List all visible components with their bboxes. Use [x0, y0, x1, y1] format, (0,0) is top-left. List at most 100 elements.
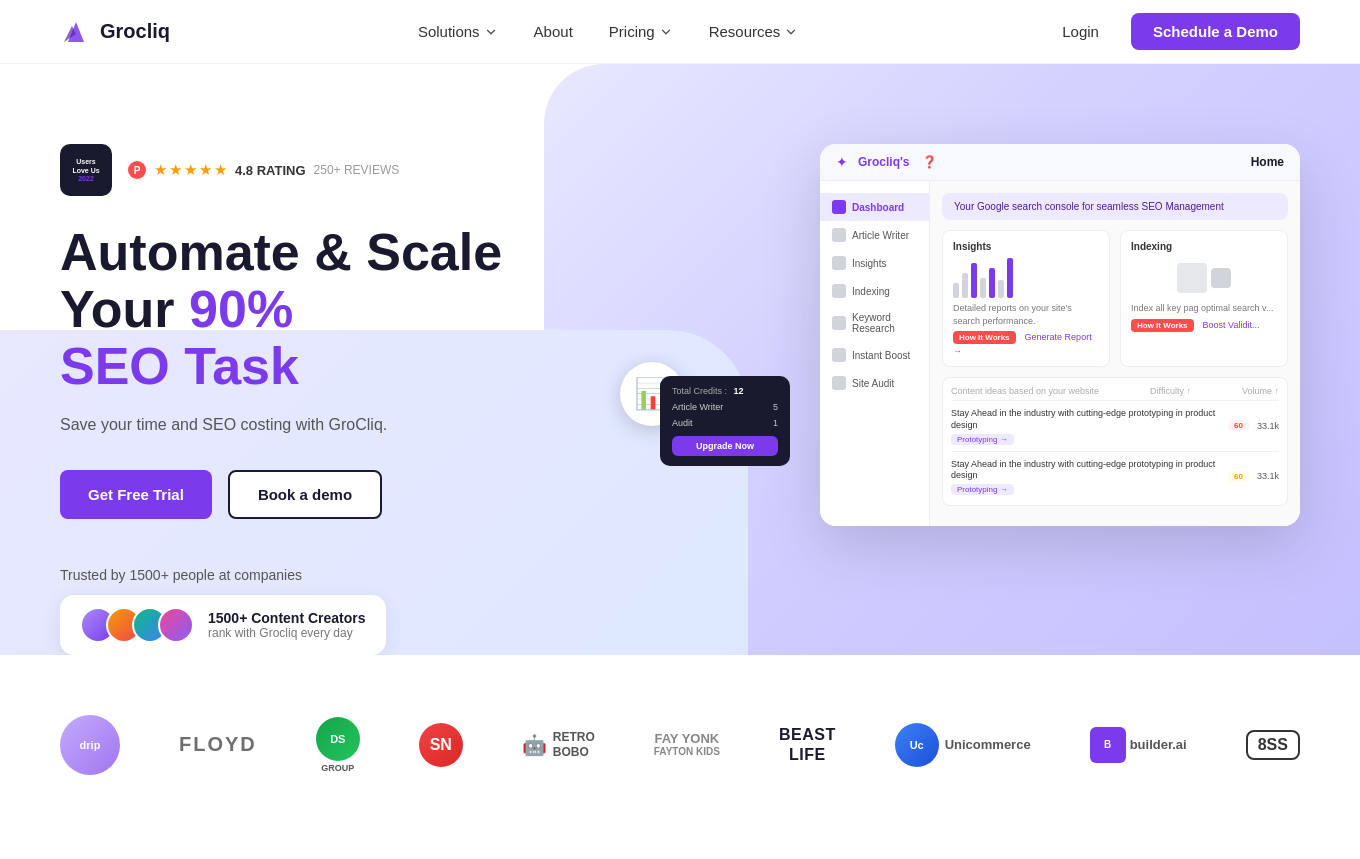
hero-buttons: Get Free Trial Book a demo	[60, 470, 580, 519]
content-label-1: Stay Ahead in the industry with cutting-…	[951, 408, 1220, 431]
dash-topbar-icon: ✦	[836, 154, 848, 170]
grocliq-logo-icon	[60, 16, 92, 48]
trust-avatars	[80, 607, 194, 643]
hero-subtitle: Save your time and SEO costing with GroC…	[60, 416, 580, 434]
insights-card-title: Insights	[953, 241, 1099, 252]
badge-line2: Love Us	[72, 167, 99, 175]
dash-content-table: Content ideas based on your website Diff…	[942, 377, 1288, 506]
proto-badge-2[interactable]: Prototyping →	[951, 484, 1014, 495]
table-row-2: Stay Ahead in the industry with cutting-…	[951, 456, 1279, 497]
trust-info: 1500+ Content Creators rank with Grocliq…	[208, 610, 366, 640]
trust-label: Trusted by 1500+ people at companies	[60, 567, 580, 583]
rating-value: 4.8 RATING	[235, 163, 306, 178]
dash-home-label: Home	[1251, 155, 1284, 169]
brand-sn: SN	[419, 723, 463, 767]
dash-brand: Grocliq's	[858, 155, 910, 169]
nav-logo[interactable]: Grocliq	[60, 16, 170, 48]
brands-grid: drip FLOYD DS GROUP SN 🤖 RETROBOBO FAY Y…	[60, 715, 1300, 775]
hero-title: Automate & Scale Your 90% SEO Task	[60, 224, 580, 396]
difficulty-2: 60	[1228, 471, 1249, 482]
product-hunt-logo: P	[128, 161, 146, 179]
navbar: Grocliq Solutions About Pricing Resource…	[0, 0, 1360, 64]
sidebar-item-site-audit[interactable]: Site Audit	[820, 369, 929, 397]
hero-title-accent: 90%	[189, 280, 293, 338]
nav-link-solutions[interactable]: Solutions	[404, 15, 512, 48]
nav-logo-text: Grocliq	[100, 20, 170, 43]
star-3: ★	[184, 161, 197, 179]
hero-content: Users Love Us 2022 P ★ ★ ★ ★ ★ 4.8 RATIN…	[60, 124, 580, 655]
hero-image: ✦ Grocliq's ❓ Home Dashboard Article Wri…	[580, 124, 1300, 526]
insights-chart	[953, 258, 1099, 298]
brand-fay-yonk: FAY YONK FAYTON KIDS	[654, 731, 720, 759]
nav-actions: Login Schedule a Demo	[1046, 13, 1300, 50]
brand-retro-bobo: 🤖 RETROBOBO	[522, 730, 595, 759]
brand-builder-ai: B builder.ai	[1090, 727, 1187, 763]
star-rating: ★ ★ ★ ★ ★	[154, 161, 227, 179]
hero-trust: Trusted by 1500+ people at companies 150…	[60, 567, 580, 655]
hero-badge-row: Users Love Us 2022 P ★ ★ ★ ★ ★ 4.8 RATIN…	[60, 144, 580, 196]
dash-body: Dashboard Article Writer Insights Indexi…	[820, 181, 1300, 526]
nav-links: Solutions About Pricing Resources	[404, 15, 812, 48]
avatar-4	[158, 607, 194, 643]
book-demo-button[interactable]: Book a demo	[228, 470, 382, 519]
nav-link-resources[interactable]: Resources	[695, 15, 813, 48]
brand-beast-life: BEAST LIFE	[779, 725, 836, 763]
indexing-how-it-works[interactable]: How It Works	[1131, 319, 1194, 332]
nav-link-about[interactable]: About	[520, 15, 587, 48]
users-love-us-badge: Users Love Us 2022	[60, 144, 112, 196]
chevron-down-icon	[484, 25, 498, 39]
brand-8ss: 8SS	[1246, 730, 1300, 760]
sidebar-item-indexing[interactable]: Indexing	[820, 277, 929, 305]
features-section: Features Features that handle your SEO i…	[0, 815, 1360, 859]
dash-insights-card: Insights Detailed reports on your sit	[942, 230, 1110, 367]
content-label-2: Stay Ahead in the industry with cutting-…	[951, 459, 1220, 482]
col-content: Content ideas based on your website	[951, 386, 1099, 396]
star-5: ★	[214, 161, 227, 179]
dash-help-icon: ❓	[922, 155, 937, 169]
indexing-desc: Index all key pag optimal search v...	[1131, 302, 1277, 315]
insights-how-it-works[interactable]: How It Works	[953, 331, 1016, 344]
proto-badge-1[interactable]: Prototyping →	[951, 434, 1014, 445]
badge-sub: 2022	[78, 175, 94, 182]
dash-banner: Your Google search console for seamless …	[942, 193, 1288, 220]
col-difficulty: Difficulty ↑	[1150, 386, 1191, 396]
boost-validate[interactable]: Boost Validit...	[1203, 320, 1260, 330]
star-4: ★	[199, 161, 212, 179]
indexing-visual	[1131, 258, 1277, 298]
table-header: Content ideas based on your website Diff…	[951, 386, 1279, 401]
nav-login-button[interactable]: Login	[1046, 15, 1115, 48]
brand-drip: drip	[60, 715, 120, 775]
chevron-down-icon	[659, 25, 673, 39]
hero-rating: P ★ ★ ★ ★ ★ 4.8 RATING 250+ REVIEWS	[128, 161, 399, 179]
dash-main: Your Google search console for seamless …	[930, 181, 1300, 526]
star-1: ★	[154, 161, 167, 179]
brand-unicommerce: Uc Unicommerce	[895, 723, 1031, 767]
trust-card: 1500+ Content Creators rank with Grocliq…	[60, 595, 386, 655]
indexing-card-title: Indexing	[1131, 241, 1277, 252]
dash-cards-grid: Insights Detailed reports on your sit	[942, 230, 1288, 367]
sidebar-item-instant-boost[interactable]: Instant Boost	[820, 341, 929, 369]
sidebar-item-dashboard[interactable]: Dashboard	[820, 193, 929, 221]
get-free-trial-button[interactable]: Get Free Trial	[60, 470, 212, 519]
sidebar-item-keyword-research[interactable]: Keyword Research	[820, 305, 929, 341]
dash-sidebar: Dashboard Article Writer Insights Indexi…	[820, 181, 930, 526]
sidebar-item-article-writer[interactable]: Article Writer	[820, 221, 929, 249]
nav-schedule-demo-button[interactable]: Schedule a Demo	[1131, 13, 1300, 50]
volume-2: 33.1k	[1257, 471, 1279, 481]
dashboard-mockup: ✦ Grocliq's ❓ Home Dashboard Article Wri…	[820, 144, 1300, 526]
table-row-1: Stay Ahead in the industry with cutting-…	[951, 405, 1279, 446]
badge-line1: Users	[76, 158, 95, 166]
chevron-down-icon	[784, 25, 798, 39]
insights-desc: Detailed reports on your site's search p…	[953, 302, 1099, 327]
dash-topbar: ✦ Grocliq's ❓ Home	[820, 144, 1300, 181]
difficulty-1: 60	[1228, 420, 1249, 431]
brand-ds-group: DS GROUP	[316, 717, 360, 773]
star-2: ★	[169, 161, 182, 179]
brands-section: drip FLOYD DS GROUP SN 🤖 RETROBOBO FAY Y…	[0, 655, 1360, 815]
sidebar-item-insights[interactable]: Insights	[820, 249, 929, 277]
nav-link-pricing[interactable]: Pricing	[595, 15, 687, 48]
trust-desc: rank with Grocliq every day	[208, 626, 366, 640]
trust-count: 1500+ Content Creators	[208, 610, 366, 626]
col-volume: Volume ↑	[1242, 386, 1279, 396]
volume-1: 33.1k	[1257, 421, 1279, 431]
